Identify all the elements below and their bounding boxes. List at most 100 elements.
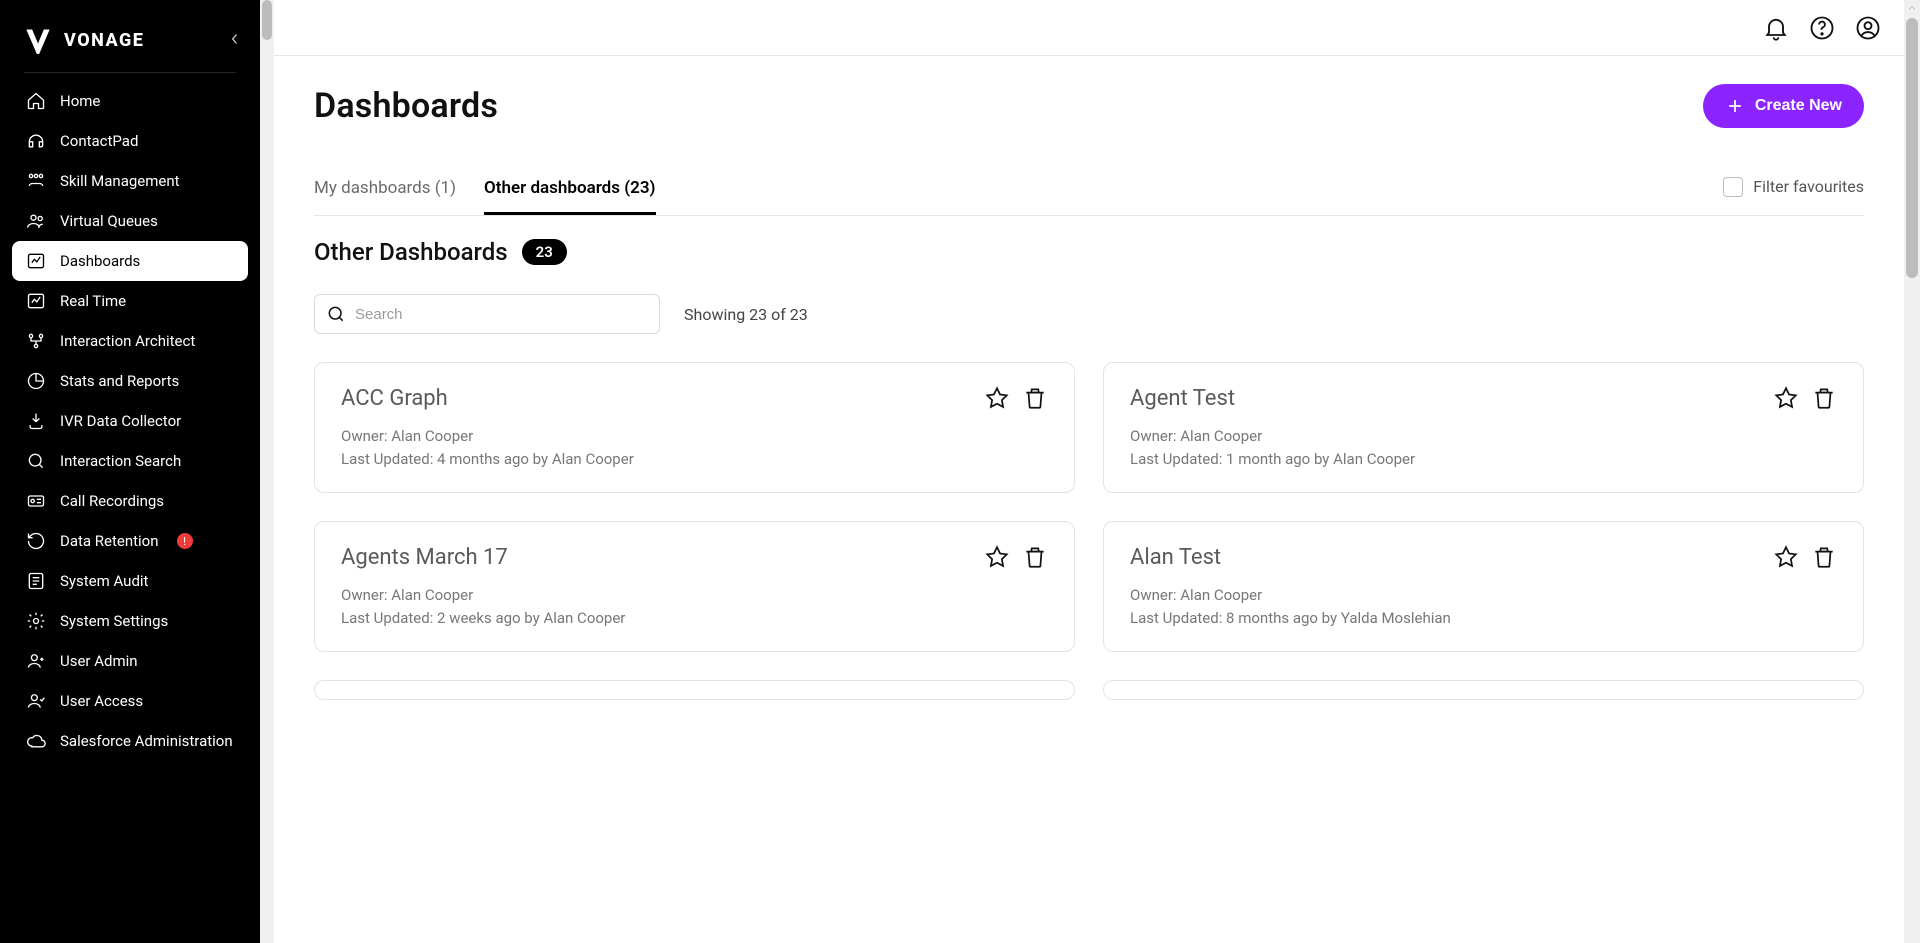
section-count-badge: 23 xyxy=(522,239,567,265)
tabs: My dashboards (1) Other dashboards (23) … xyxy=(314,168,1864,216)
sidebar: VONAGE Home ContactPad Skill Management … xyxy=(0,0,260,943)
filter-favourites-label: Filter favourites xyxy=(1753,177,1864,196)
dashboard-card[interactable]: ACC Graph Owner: Alan Cooper Last Update… xyxy=(314,362,1075,493)
trash-icon xyxy=(1811,385,1837,411)
favourite-button[interactable] xyxy=(1773,544,1799,570)
dashboard-card-peek[interactable] xyxy=(314,680,1075,700)
tab-my-dashboards[interactable]: My dashboards (1) xyxy=(314,168,456,215)
sidebar-item-label: Salesforce Administration xyxy=(60,732,233,750)
sidebar-item-system-audit[interactable]: System Audit xyxy=(12,561,248,601)
audit-icon xyxy=(26,571,46,591)
sidebar-item-real-time[interactable]: Real Time xyxy=(12,281,248,321)
dashboard-grid: ACC Graph Owner: Alan Cooper Last Update… xyxy=(314,362,1864,700)
sidebar-item-label: Interaction Search xyxy=(60,452,181,470)
sidebar-item-virtual-queues[interactable]: Virtual Queues xyxy=(12,201,248,241)
home-icon xyxy=(26,91,46,111)
delete-button[interactable] xyxy=(1811,544,1837,570)
main-panel: Dashboards Create New My dashboards (1) … xyxy=(274,0,1904,943)
sidebar-item-dashboards[interactable]: Dashboards xyxy=(12,241,248,281)
favourite-button[interactable] xyxy=(984,385,1010,411)
sidebar-item-label: IVR Data Collector xyxy=(60,412,181,430)
brand-name: VONAGE xyxy=(64,30,144,51)
trash-icon xyxy=(1811,544,1837,570)
dashboard-card[interactable]: Agent Test Owner: Alan Cooper Last Updat… xyxy=(1103,362,1864,493)
favourite-button[interactable] xyxy=(984,544,1010,570)
search-wrap xyxy=(314,294,660,334)
trash-icon xyxy=(1022,385,1048,411)
sidebar-item-user-access[interactable]: User Access xyxy=(12,681,248,721)
user-check-icon xyxy=(26,691,46,711)
filter-favourites: Filter favourites xyxy=(1723,177,1864,207)
sidebar-item-label: Home xyxy=(60,92,100,110)
sidebar-scrollbar[interactable] xyxy=(260,0,274,943)
create-new-label: Create New xyxy=(1755,97,1842,115)
dashboard-card-owner: Owner: Alan Cooper xyxy=(341,425,1048,448)
section-header: Other Dashboards 23 xyxy=(314,238,1864,266)
notifications-button[interactable] xyxy=(1762,14,1790,42)
dashboard-card-owner: Owner: Alan Cooper xyxy=(341,584,1048,607)
delete-button[interactable] xyxy=(1022,544,1048,570)
dashboard-card-updated: Last Updated: 1 month ago by Alan Cooper xyxy=(1130,448,1837,471)
sidebar-item-label: System Settings xyxy=(60,612,168,630)
dashboard-card-peek[interactable] xyxy=(1103,680,1864,700)
profile-button[interactable] xyxy=(1854,14,1882,42)
star-icon xyxy=(1773,544,1799,570)
sidebar-item-system-settings[interactable]: System Settings xyxy=(12,601,248,641)
dashboard-card[interactable]: Alan Test Owner: Alan Cooper Last Update… xyxy=(1103,521,1864,652)
retention-icon xyxy=(26,531,46,551)
page-title: Dashboards xyxy=(314,86,498,126)
sidebar-item-label: Data Retention xyxy=(60,532,159,550)
sidebar-item-label: Dashboards xyxy=(60,252,140,270)
favourite-button[interactable] xyxy=(1773,385,1799,411)
dashboard-card[interactable]: Agents March 17 Owner: Alan Cooper Last … xyxy=(314,521,1075,652)
search-row: Showing 23 of 23 xyxy=(314,294,1864,334)
sidebar-item-label: Real Time xyxy=(60,292,126,310)
sidebar-item-skill-management[interactable]: Skill Management xyxy=(12,161,248,201)
dashboard-card-title: ACC Graph xyxy=(341,386,448,411)
content: Dashboards Create New My dashboards (1) … xyxy=(274,56,1904,943)
search-icon xyxy=(326,304,346,324)
delete-button[interactable] xyxy=(1811,385,1837,411)
sidebar-item-data-retention[interactable]: Data Retention ! xyxy=(12,521,248,561)
scroll-up-icon[interactable] xyxy=(1906,2,1918,14)
collapse-sidebar-icon[interactable] xyxy=(226,30,244,48)
sidebar-item-home[interactable]: Home xyxy=(12,81,248,121)
sidebar-item-ivr-data-collector[interactable]: IVR Data Collector xyxy=(12,401,248,441)
topbar xyxy=(274,0,1904,56)
sidebar-item-user-admin[interactable]: User Admin xyxy=(12,641,248,681)
sidebar-item-interaction-architect[interactable]: Interaction Architect xyxy=(12,321,248,361)
sidebar-item-label: Interaction Architect xyxy=(60,332,195,350)
content-scrollbar[interactable] xyxy=(1904,0,1920,943)
sidebar-item-interaction-search[interactable]: Interaction Search xyxy=(12,441,248,481)
star-icon xyxy=(984,544,1010,570)
sidebar-item-salesforce-administration[interactable]: Salesforce Administration xyxy=(12,721,248,761)
download-icon xyxy=(26,411,46,431)
chart-icon xyxy=(26,251,46,271)
architecture-icon xyxy=(26,331,46,351)
plus-icon xyxy=(1725,96,1745,116)
dashboard-card-owner: Owner: Alan Cooper xyxy=(1130,584,1837,607)
cloud-icon xyxy=(26,731,46,751)
skill-icon xyxy=(26,171,46,191)
tab-other-dashboards[interactable]: Other dashboards (23) xyxy=(484,168,655,215)
user-add-icon xyxy=(26,651,46,671)
page-header: Dashboards Create New xyxy=(314,84,1864,128)
sidebar-item-call-recordings[interactable]: Call Recordings xyxy=(12,481,248,521)
pie-chart-icon xyxy=(26,371,46,391)
sidebar-item-stats-reports[interactable]: Stats and Reports xyxy=(12,361,248,401)
create-new-button[interactable]: Create New xyxy=(1703,84,1864,128)
star-icon xyxy=(1773,385,1799,411)
search-icon xyxy=(26,451,46,471)
search-input[interactable] xyxy=(314,294,660,334)
sidebar-item-contactpad[interactable]: ContactPad xyxy=(12,121,248,161)
recording-icon xyxy=(26,491,46,511)
dashboard-card-owner: Owner: Alan Cooper xyxy=(1130,425,1837,448)
filter-favourites-checkbox[interactable] xyxy=(1723,177,1743,197)
sidebar-item-label: User Access xyxy=(60,692,143,710)
chart-icon xyxy=(26,291,46,311)
star-icon xyxy=(984,385,1010,411)
dashboard-card-updated: Last Updated: 4 months ago by Alan Coope… xyxy=(341,448,1048,471)
help-button[interactable] xyxy=(1808,14,1836,42)
delete-button[interactable] xyxy=(1022,385,1048,411)
scroll-thumb[interactable] xyxy=(1906,18,1918,278)
